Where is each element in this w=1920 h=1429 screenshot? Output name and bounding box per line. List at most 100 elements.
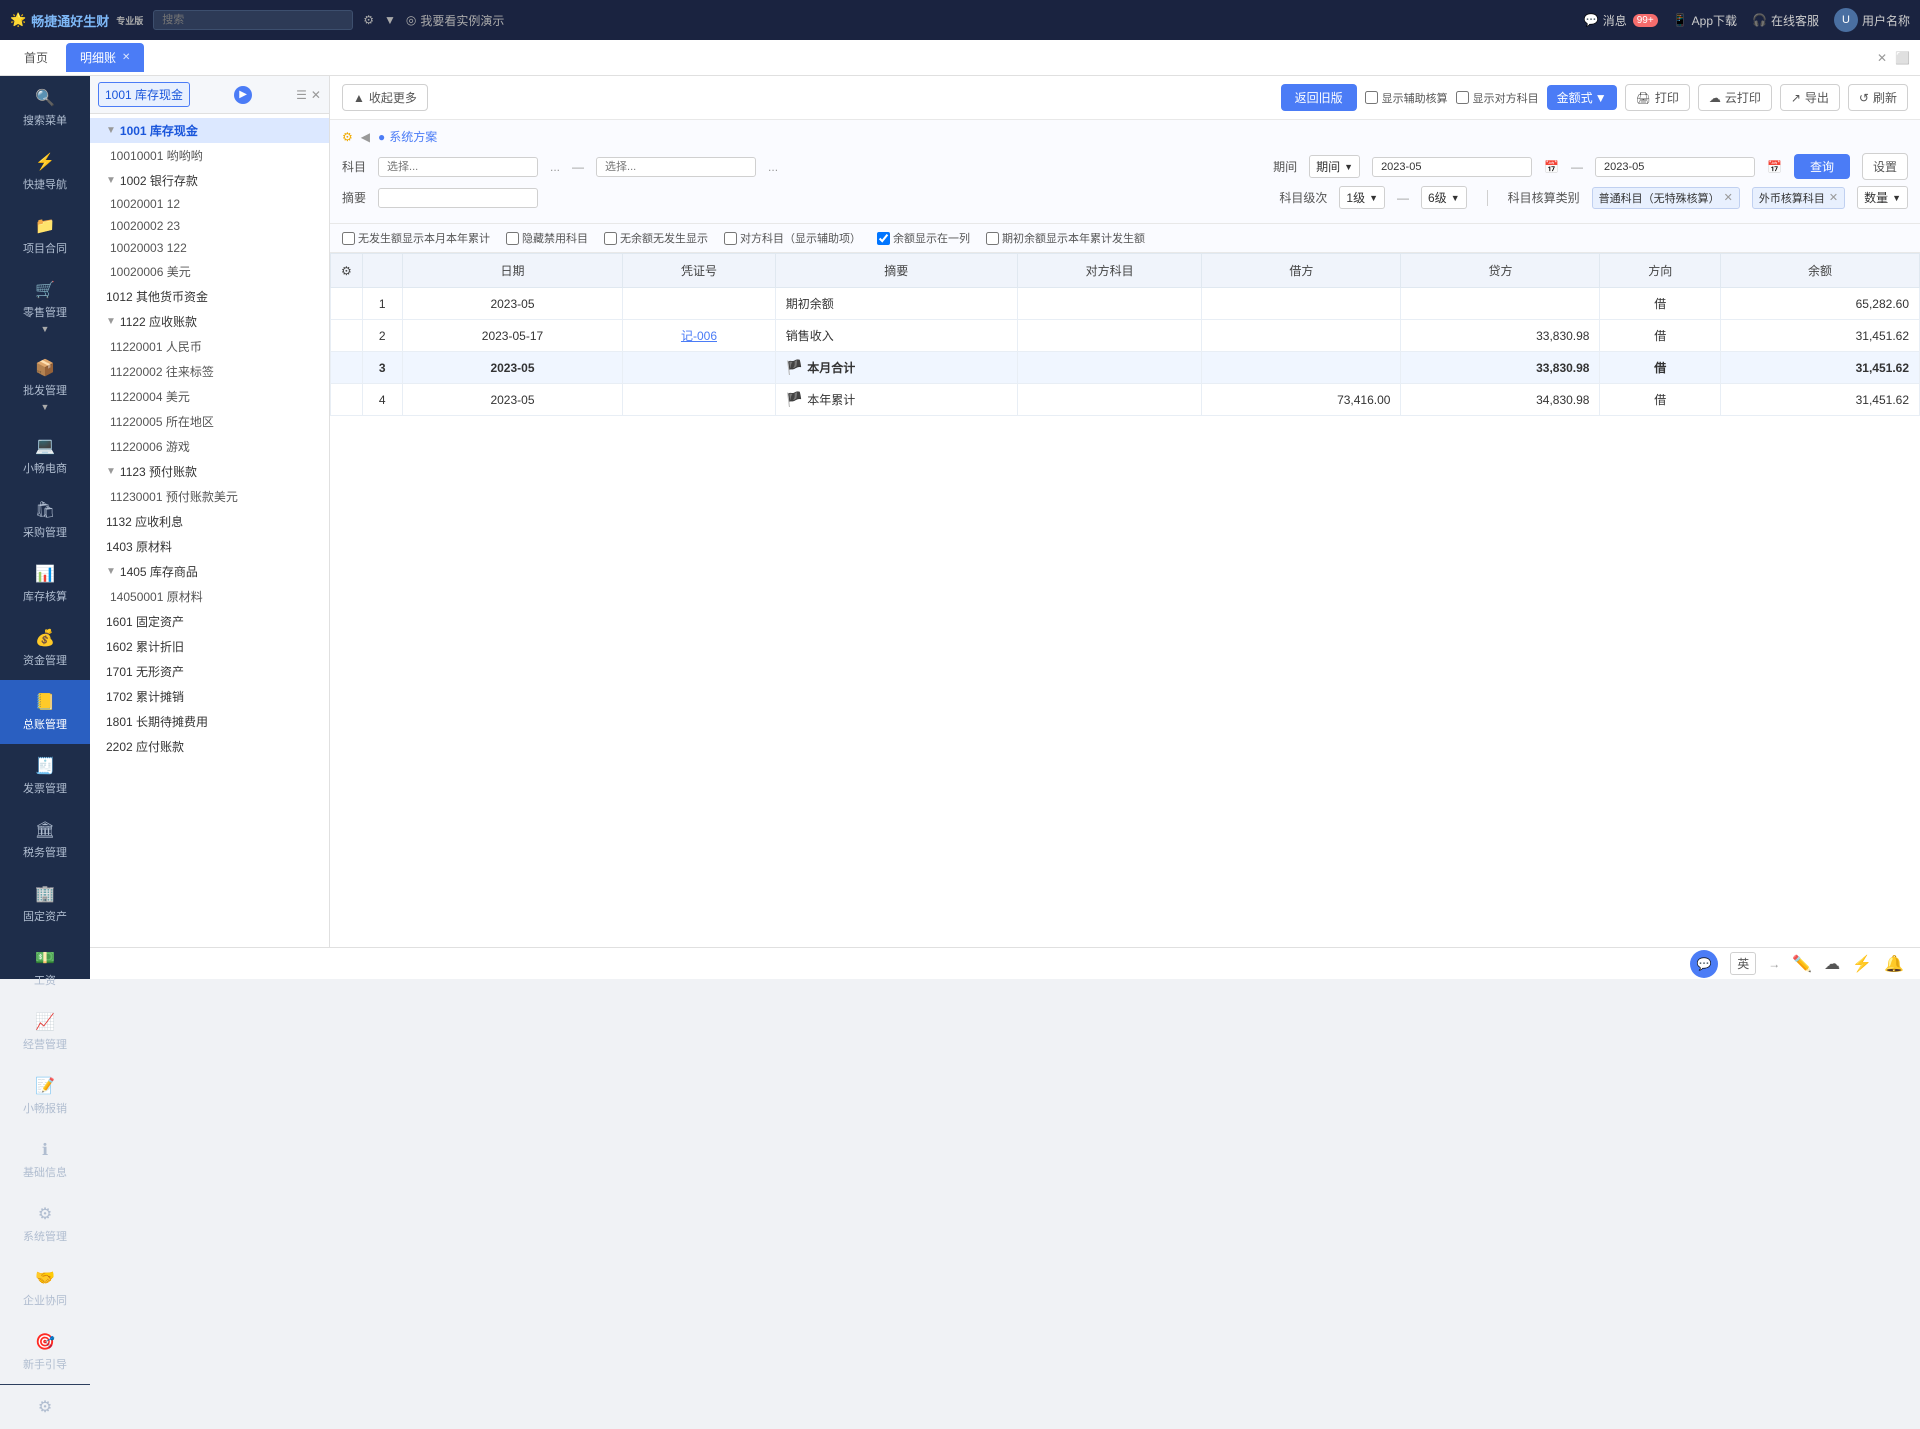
tree-item-10010001[interactable]: 10010001 哟哟哟 [90,143,329,168]
tag-foreign-remove[interactable]: ✕ [1829,191,1838,204]
app-download-btn[interactable]: 📱 App下载 [1673,12,1737,29]
edit-icon[interactable]: ✏️ [1792,954,1812,974]
period-from-input[interactable] [1372,157,1532,177]
search-input[interactable] [153,10,353,30]
tree-item-1702[interactable]: 1702 累计摊销 [90,684,329,709]
bell-icon[interactable]: 🔔 [1884,954,1904,974]
opt-no-amount-input[interactable] [342,232,355,245]
export-btn[interactable]: ↗ 导出 [1780,84,1840,111]
tree-item-10020002[interactable]: 10020002 23 [90,215,329,237]
tree-item-11220002[interactable]: 11220002 往来标签 [90,359,329,384]
tree-item-1123[interactable]: ▼ 1123 预付账款 [90,459,329,484]
sidebar-item-capital[interactable]: 💰 资金管理 [0,616,90,680]
panel-close-icon[interactable]: ✕ [311,88,321,102]
tree-item-10020001[interactable]: 10020001 12 [90,193,329,215]
opt-hide-disabled-input[interactable] [506,232,519,245]
tree-item-11220006[interactable]: 11220006 游戏 [90,434,329,459]
sidebar-item-wholesale[interactable]: 📦 批发管理 ▼ [0,346,90,424]
subject-input[interactable] [378,157,538,177]
period-type-select[interactable]: 期间 ▼ [1309,155,1360,178]
settings-icon[interactable]: ⚙ [363,13,374,27]
sidebar-item-salary[interactable]: 💵 工资 [0,936,90,1000]
demo-link[interactable]: ◎ 我要看实例演示 [406,12,505,29]
tree-item-1801[interactable]: 1801 长期待摊费用 [90,709,329,734]
cloud-print-btn[interactable]: ☁ 云打印 [1698,84,1772,111]
user-area[interactable]: U 用户名称 [1834,8,1910,32]
scheme-settings-btn[interactable]: ⚙ [342,130,353,144]
tree-item-1405[interactable]: ▼ 1405 库存商品 [90,559,329,584]
tree-item-10020006[interactable]: 10020006 美元 [90,259,329,284]
query-btn[interactable]: 查询 [1794,154,1850,179]
show-counter-input[interactable] [1456,91,1469,104]
tree-item-2202[interactable]: 2202 应付账款 [90,734,329,759]
filter-collapse-icon[interactable]: ◀ [361,130,370,144]
print-btn[interactable]: 🖨 打印 [1625,84,1690,111]
sidebar-item-retail[interactable]: 🛒 零售管理 ▼ [0,268,90,346]
tag-normal[interactable]: 普通科目（无特殊核算） ✕ [1592,187,1740,209]
sidebar-item-operations[interactable]: 📈 经营管理 [0,1000,90,1064]
panel-list-icon[interactable]: ☰ [296,88,307,102]
sidebar-item-basic[interactable]: ℹ 基础信息 [0,1128,90,1192]
sidebar-item-search[interactable]: 🔍 搜索菜单 [0,76,90,140]
tab-home[interactable]: 首页 [10,43,62,72]
period-calendar-icon2[interactable]: 📅 [1767,160,1782,174]
selected-account[interactable]: 1001 库存现金 [98,82,190,107]
level-to-select[interactable]: 6级 ▼ [1421,186,1467,209]
sidebar-item-system[interactable]: ⚙ 系统管理 [0,1192,90,1256]
expand-account-btn[interactable]: ▶ [234,86,252,104]
sidebar-item-assets[interactable]: 🏢 固定资产 [0,872,90,936]
level-from-select[interactable]: 1级 ▼ [1339,186,1385,209]
sidebar-item-inventory[interactable]: 📊 库存核算 [0,552,90,616]
opt-balance-one-col-input[interactable] [877,232,890,245]
maximize-icon[interactable]: ⬜ [1895,51,1910,65]
tree-item-14050001[interactable]: 14050001 原材料 [90,584,329,609]
opt-no-balance-input[interactable] [604,232,617,245]
lang-switch-btn[interactable]: 英 [1730,952,1756,975]
period-calendar-icon[interactable]: 📅 [1544,160,1559,174]
tree-item-1601[interactable]: 1601 固定资产 [90,609,329,634]
sidebar-item-invoice[interactable]: 🧾 发票管理 [0,744,90,808]
tree-item-11220004[interactable]: 11220004 美元 [90,384,329,409]
tree-item-1002[interactable]: ▼ 1002 银行存款 [90,168,329,193]
sidebar-item-settings[interactable]: ⚙ [0,1385,90,1429]
subject-input2[interactable] [596,157,756,177]
cloud-icon[interactable]: ☁ [1824,954,1840,974]
tree-item-11220001[interactable]: 11220001 人民币 [90,334,329,359]
sidebar-item-purchase[interactable]: 🛍 采购管理 [0,488,90,552]
tree-item-1701[interactable]: 1701 无形资产 [90,659,329,684]
sidebar-item-tax[interactable]: 🏛 税务管理 [0,808,90,872]
format-select-btn[interactable]: 金额式 ▼ [1547,85,1617,110]
show-aux-input[interactable] [1365,91,1378,104]
cell-voucher[interactable]: 记-006 [623,320,776,352]
sidebar-item-project[interactable]: 📁 项目合同 [0,204,90,268]
online-service-btn[interactable]: 🎧 在线客服 [1752,12,1819,29]
col-settings[interactable]: ⚙ [331,254,363,288]
period-to-input[interactable] [1595,157,1755,177]
tree-item-11230001[interactable]: 11230001 预付账款美元 [90,484,329,509]
scheme-label[interactable]: 系统方案 [389,128,437,145]
tree-item-1122[interactable]: ▼ 1122 应收账款 [90,309,329,334]
tree-item-11220005[interactable]: 11220005 所在地区 [90,409,329,434]
more-filters-btn[interactable]: ▲ 收起更多 [342,84,428,111]
summary-input[interactable] [378,188,538,208]
tree-item-10020003[interactable]: 10020003 122 [90,237,329,259]
tree-item-1001[interactable]: ▼ 1001 库存现金 [90,118,329,143]
opt-opening-year-input[interactable] [986,232,999,245]
tree-item-1132[interactable]: 1132 应收利息 [90,509,329,534]
tree-item-1602[interactable]: 1602 累计折旧 [90,634,329,659]
sidebar-item-expense[interactable]: 📝 小畅报销 [0,1064,90,1128]
opt-counter-subject-input[interactable] [724,232,737,245]
message-btn[interactable]: 💬 消息 99+ [1584,12,1658,29]
tree-item-1012[interactable]: 1012 其他货币资金 [90,284,329,309]
sidebar-item-coop[interactable]: 🤝 企业协同 [0,1256,90,1320]
tree-item-1403[interactable]: 1403 原材料 [90,534,329,559]
close-window-icon[interactable]: ✕ [1877,51,1887,65]
quantity-select[interactable]: 数量 ▼ [1857,186,1908,209]
dropdown-icon[interactable]: ▼ [384,13,396,27]
sidebar-item-accounting[interactable]: 📒 总账管理 [0,680,90,744]
return-old-btn[interactable]: 返回旧版 [1281,84,1357,111]
sidebar-item-quicknav[interactable]: ⚡ 快捷导航 [0,140,90,204]
lightning-icon[interactable]: ⚡ [1852,954,1872,974]
refresh-btn[interactable]: ↺ 刷新 [1848,84,1908,111]
chat-icon-btn[interactable]: 💬 [1690,950,1718,978]
